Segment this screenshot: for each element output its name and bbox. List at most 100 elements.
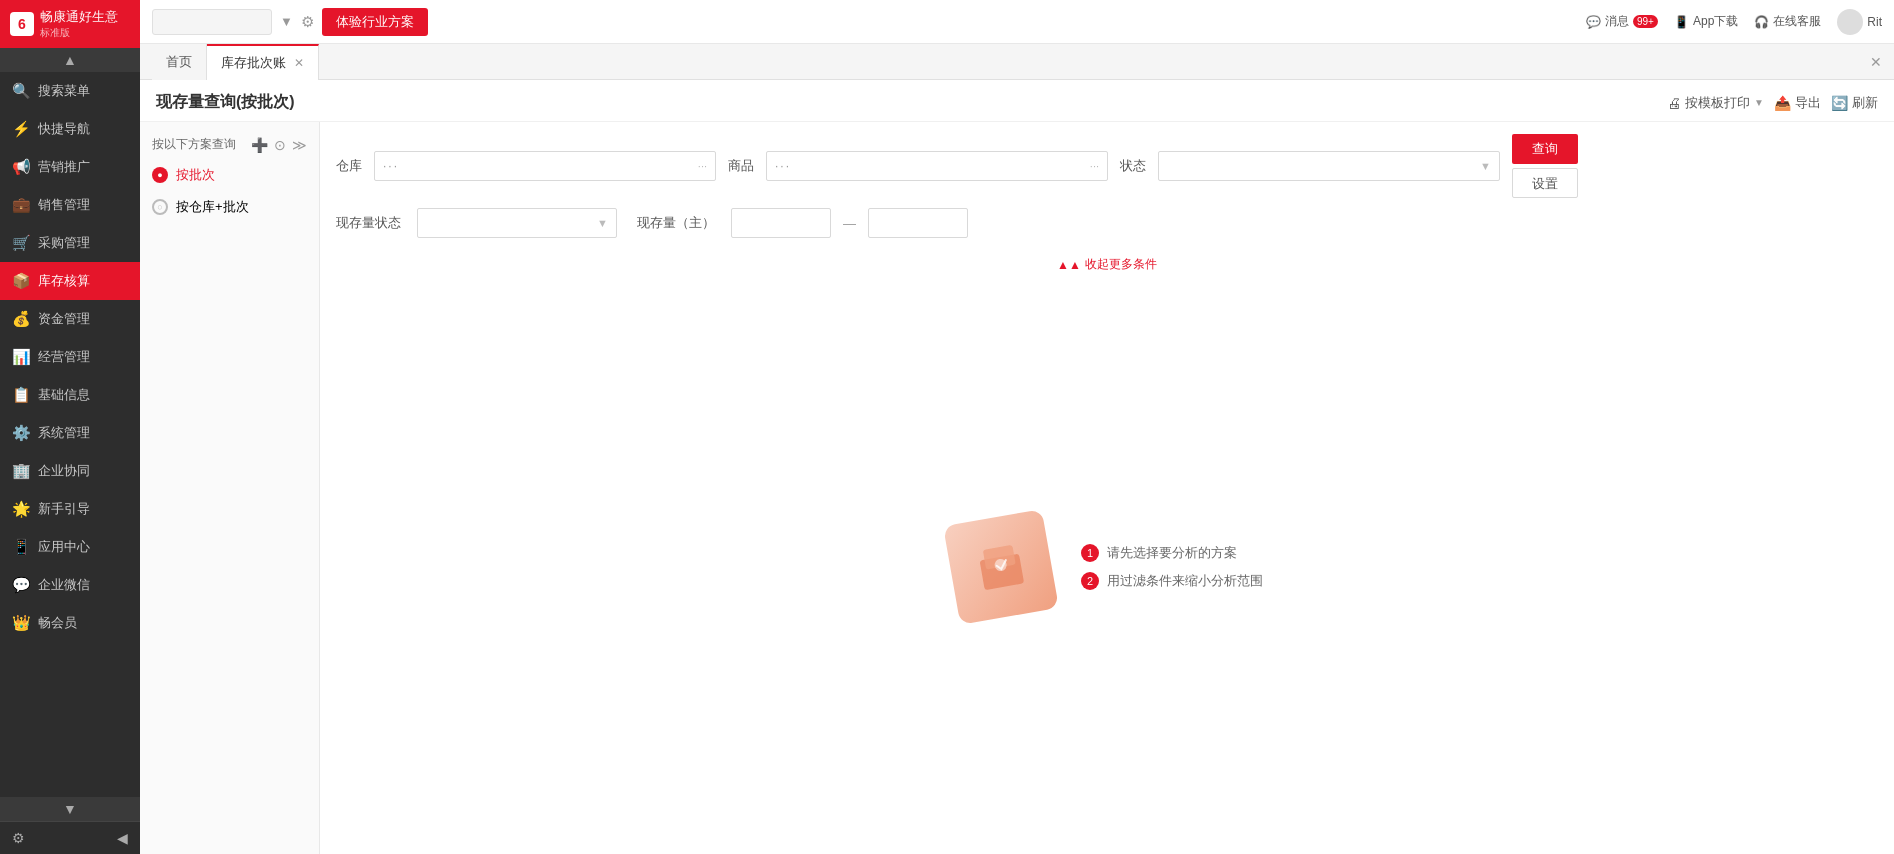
collapse-bar[interactable]: ▲▲ 收起更多条件 <box>336 248 1878 281</box>
sales-icon: 💼 <box>12 196 30 214</box>
sidebar-item-wechat[interactable]: 💬 企业微信 <box>0 566 140 604</box>
range-separator: — <box>839 216 860 231</box>
content-body: 按以下方案查询 ➕ ⊙ ≫ ● 按批次 ○ 按仓库+批次 <box>140 122 1894 854</box>
scheme-settings-icon[interactable]: ⊙ <box>274 137 286 153</box>
operation-icon: 📊 <box>12 348 30 366</box>
warehouse-expand-icon: ··· <box>698 160 707 172</box>
stock-status-select[interactable]: ▼ <box>417 208 617 238</box>
phone-icon: 📱 <box>1674 15 1689 29</box>
print-button[interactable]: 🖨 按模板打印 ▼ <box>1667 94 1764 112</box>
shortcut-icon: ⚡ <box>12 120 30 138</box>
newguide-icon: 🌟 <box>12 500 30 518</box>
stock-qty-to-input[interactable] <box>868 208 968 238</box>
system-icon: ⚙️ <box>12 424 30 442</box>
empty-illustration <box>943 509 1059 625</box>
sidebar-item-enterprise[interactable]: 🏢 企业协同 <box>0 452 140 490</box>
warehouse-input[interactable]: ··· ··· <box>374 151 716 181</box>
avatar <box>1837 9 1863 35</box>
scroll-up-button[interactable]: ▲ <box>0 48 140 72</box>
print-chevron-icon[interactable]: ▼ <box>1754 97 1764 108</box>
headset-icon: 🎧 <box>1754 15 1769 29</box>
query-button[interactable]: 查询 <box>1512 134 1578 164</box>
refresh-icon: 🔄 <box>1831 95 1848 111</box>
online-service-button[interactable]: 🎧 在线客服 <box>1754 13 1821 30</box>
app-title: 畅康通好生意 <box>40 8 118 26</box>
message-icon: 💬 <box>1586 15 1601 29</box>
main-area: ▼ ⚙ 体验行业方案 💬 消息 99+ 📱 App下载 🎧 在线客服 Rit <box>140 0 1894 854</box>
status-select[interactable]: ▼ <box>1158 151 1500 181</box>
sidebar-item-apps[interactable]: 📱 应用中心 <box>0 528 140 566</box>
experience-button[interactable]: 体验行业方案 <box>322 8 428 36</box>
topbar-right: 💬 消息 99+ 📱 App下载 🎧 在线客服 Rit <box>1586 9 1882 35</box>
sidebar-header: 6 畅康通好生意 标准版 <box>0 0 140 48</box>
basic-icon: 📋 <box>12 386 30 404</box>
sidebar-item-sales[interactable]: 💼 销售管理 <box>0 186 140 224</box>
product-input[interactable]: ··· ··· <box>766 151 1108 181</box>
app-download-button[interactable]: 📱 App下载 <box>1674 13 1738 30</box>
vip-icon: 👑 <box>12 614 30 632</box>
sidebar-item-finance[interactable]: 💰 资金管理 <box>0 300 140 338</box>
topbar-chevron-icon[interactable]: ▼ <box>280 14 293 29</box>
settings-icon[interactable]: ⚙ <box>12 830 25 846</box>
tip-text-2: 用过滤条件来缩小分析范围 <box>1107 572 1263 590</box>
tab-close-icon[interactable]: ✕ <box>294 56 304 70</box>
right-area: 仓库 ··· ··· 商品 ··· ··· <box>320 122 1894 854</box>
stock-qty-from-input[interactable] <box>731 208 831 238</box>
scheme-item-warehouse-batch[interactable]: ○ 按仓库+批次 <box>140 191 319 223</box>
refresh-button[interactable]: 🔄 刷新 <box>1831 94 1878 112</box>
stock-status-chevron-icon: ▼ <box>597 217 608 229</box>
sidebar-item-purchase[interactable]: 🛒 采购管理 <box>0 224 140 262</box>
sidebar: 6 畅康通好生意 标准版 ▲ 🔍 搜索菜单 ⚡ 快捷导航 📢 营销推广 💼 销售… <box>0 0 140 854</box>
sidebar-item-newguide[interactable]: 🌟 新手引导 <box>0 490 140 528</box>
username-label: Rit <box>1867 15 1882 29</box>
topbar-gear-icon[interactable]: ⚙ <box>301 13 314 31</box>
filter-product-group: 商品 ··· ··· <box>728 151 1108 181</box>
product-expand-icon: ··· <box>1090 160 1099 172</box>
sidebar-item-vip[interactable]: 👑 畅会员 <box>0 604 140 642</box>
filter-warehouse-group: 仓库 ··· ··· <box>336 151 716 181</box>
sidebar-item-basic[interactable]: 📋 基础信息 <box>0 376 140 414</box>
topbar: ▼ ⚙ 体验行业方案 💬 消息 99+ 📱 App下载 🎧 在线客服 Rit <box>140 0 1894 44</box>
apps-icon: 📱 <box>12 538 30 556</box>
sidebar-item-operation[interactable]: 📊 经营管理 <box>0 338 140 376</box>
collapse-sidebar-icon[interactable]: ◀ <box>117 830 128 846</box>
add-scheme-icon[interactable]: ➕ <box>251 137 268 153</box>
tip-num-2: 2 <box>1081 572 1099 590</box>
page-title: 现存量查询(按批次) <box>156 92 295 113</box>
tip-text-1: 请先选择要分析的方案 <box>1107 544 1237 562</box>
enterprise-icon: 🏢 <box>12 462 30 480</box>
warehouse-label: 仓库 <box>336 157 366 175</box>
export-icon: 📤 <box>1774 95 1791 111</box>
collapse-label: 收起更多条件 <box>1085 256 1157 273</box>
tab-home[interactable]: 首页 <box>152 44 207 80</box>
scheme-item-batch[interactable]: ● 按批次 <box>140 159 319 191</box>
finance-icon: 💰 <box>12 310 30 328</box>
export-button[interactable]: 📤 导出 <box>1774 94 1821 112</box>
close-all-tabs-icon[interactable]: ✕ <box>1858 44 1894 80</box>
topbar-search-input[interactable] <box>152 9 272 35</box>
left-panel-title: 按以下方案查询 <box>152 136 236 153</box>
empty-tip-1: 1 请先选择要分析的方案 <box>1081 544 1263 562</box>
sidebar-item-inventory[interactable]: 📦 库存核算 <box>0 262 140 300</box>
tab-inventory-batch[interactable]: 库存批次账 ✕ <box>207 44 319 80</box>
tip-num-1: 1 <box>1081 544 1099 562</box>
page-header-actions: 🖨 按模板打印 ▼ 📤 导出 🔄 刷新 <box>1667 94 1878 112</box>
user-avatar-button[interactable]: Rit <box>1837 9 1882 35</box>
panel-collapse-icon[interactable]: ≫ <box>292 137 307 153</box>
action-buttons: 查询 设置 <box>1512 134 1578 198</box>
page-content: 现存量查询(按批次) 🖨 按模板打印 ▼ 📤 导出 🔄 刷新 <box>140 80 1894 854</box>
message-button[interactable]: 💬 消息 99+ <box>1586 13 1658 30</box>
filter-status-group: 状态 ▼ <box>1120 151 1500 181</box>
sidebar-item-marketing[interactable]: 📢 营销推广 <box>0 148 140 186</box>
scroll-down-button[interactable]: ▼ <box>0 797 140 821</box>
message-badge: 99+ <box>1633 15 1658 28</box>
purchase-icon: 🛒 <box>12 234 30 252</box>
stock-status-label: 现存量状态 <box>336 214 401 232</box>
sidebar-item-search[interactable]: 🔍 搜索菜单 <box>0 72 140 110</box>
left-panel-header: 按以下方案查询 ➕ ⊙ ≫ <box>140 130 319 159</box>
left-panel: 按以下方案查询 ➕ ⊙ ≫ ● 按批次 ○ 按仓库+批次 <box>140 122 320 854</box>
sidebar-item-system[interactable]: ⚙️ 系统管理 <box>0 414 140 452</box>
sidebar-item-shortcut[interactable]: ⚡ 快捷导航 <box>0 110 140 148</box>
settings-button[interactable]: 设置 <box>1512 168 1578 198</box>
filter-stock-qty-group: 现存量（主） — <box>637 208 968 238</box>
